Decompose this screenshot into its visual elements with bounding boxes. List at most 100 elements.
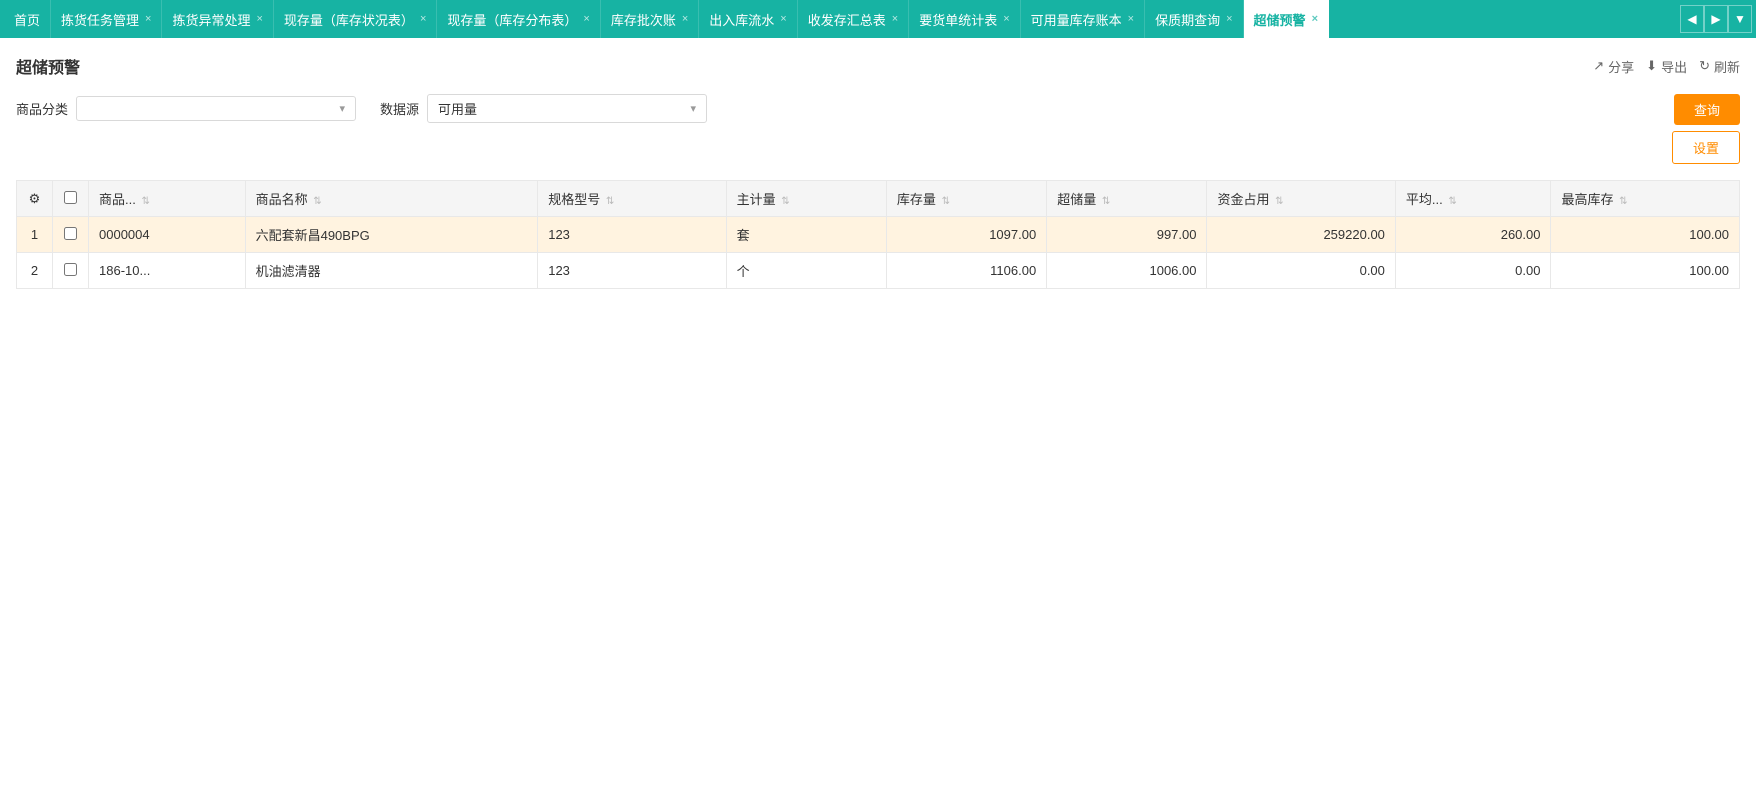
sort-icon: ⇅ [1275, 196, 1283, 207]
close-icon[interactable]: × [1128, 13, 1134, 25]
row-checkbox-cell[interactable] [53, 217, 89, 253]
row-capital: 259220.00 [1207, 217, 1395, 253]
sort-icon: ⇅ [781, 196, 789, 207]
th-code[interactable]: 商品... ⇅ [89, 181, 246, 217]
th-spec[interactable]: 规格型号 ⇅ [538, 181, 726, 217]
th-maxstock[interactable]: 最高库存 ⇅ [1551, 181, 1740, 217]
datasource-filter: 数据源 可用量 ▾ [380, 94, 707, 123]
nav-available-account[interactable]: 可用量库存账本 × [1021, 0, 1145, 38]
row-overstock: 1006.00 [1047, 253, 1207, 289]
nav-home[interactable]: 首页 [4, 0, 51, 38]
close-icon[interactable]: × [583, 13, 589, 25]
nav-overstock-warning[interactable]: 超储预警 × [1244, 0, 1329, 38]
table-row: 2 186-10... 机油滤清器 123 个 1106.00 1006.00 … [17, 253, 1740, 289]
sort-icon: ⇅ [1448, 196, 1456, 207]
refresh-icon: ↻ [1699, 58, 1710, 74]
nav-order-stats[interactable]: 要货单统计表 × [909, 0, 1020, 38]
sort-icon: ⇅ [606, 196, 614, 207]
nav-left-arrow[interactable]: ◀ [1680, 5, 1704, 33]
row-name: 机油滤清器 [245, 253, 538, 289]
chevron-down-icon: ▾ [691, 102, 697, 115]
page-title: 超储预警 [16, 54, 80, 78]
row-avg: 260.00 [1395, 217, 1551, 253]
nav-summary[interactable]: 收发存汇总表 × [798, 0, 909, 38]
query-button[interactable]: 查询 [1674, 94, 1740, 125]
row-stock: 1106.00 [886, 253, 1046, 289]
nav-inventory-dist[interactable]: 现存量（库存分布表） × [437, 0, 600, 38]
row-checkbox[interactable] [64, 263, 77, 276]
row-name: 六配套新昌490BPG [245, 217, 538, 253]
sort-icon: ⇅ [1619, 196, 1627, 207]
close-icon[interactable]: × [256, 13, 262, 25]
sort-icon: ⇅ [141, 196, 149, 207]
datasource-label: 数据源 [380, 99, 419, 118]
top-navigation: 首页 拣货任务管理 × 拣货异常处理 × 现存量（库存状况表） × 现存量（库存… [0, 0, 1756, 38]
category-value [87, 101, 91, 116]
th-settings[interactable]: ⚙ [17, 181, 53, 217]
nav-exception[interactable]: 拣货异常处理 × [162, 0, 273, 38]
nav-quality-period[interactable]: 保质期查询 × [1145, 0, 1243, 38]
row-num: 1 [17, 217, 53, 253]
close-icon[interactable]: × [1003, 13, 1009, 25]
select-all-checkbox[interactable] [64, 191, 77, 204]
page-container: 超储预警 ↗ 分享 ⬇ 导出 ↻ 刷新 商品分类 ▾ [0, 38, 1756, 800]
category-filter: 商品分类 ▾ [16, 96, 356, 121]
category-select[interactable]: ▾ [76, 96, 356, 121]
th-capital[interactable]: 资金占用 ⇅ [1207, 181, 1395, 217]
th-avg[interactable]: 平均... ⇅ [1395, 181, 1551, 217]
row-avg: 0.00 [1395, 253, 1551, 289]
row-spec: 123 [538, 253, 726, 289]
row-code: 0000004 [89, 217, 246, 253]
sort-icon: ⇅ [313, 196, 321, 207]
row-capital: 0.00 [1207, 253, 1395, 289]
th-overstock[interactable]: 超储量 ⇅ [1047, 181, 1207, 217]
close-icon[interactable]: × [682, 13, 688, 25]
row-checkbox[interactable] [64, 227, 77, 240]
row-maxstock: 100.00 [1551, 253, 1740, 289]
nav-inventory-status[interactable]: 现存量（库存状况表） × [274, 0, 437, 38]
row-checkbox-cell[interactable] [53, 253, 89, 289]
nav-task-mgmt[interactable]: 拣货任务管理 × [51, 0, 162, 38]
row-overstock: 997.00 [1047, 217, 1207, 253]
export-button[interactable]: ⬇ 导出 [1646, 57, 1687, 76]
datasource-select[interactable]: 可用量 ▾ [427, 94, 707, 123]
sort-icon: ⇅ [942, 196, 950, 207]
row-unit: 套 [726, 217, 886, 253]
row-maxstock: 100.00 [1551, 217, 1740, 253]
close-icon[interactable]: × [1226, 13, 1232, 25]
row-num: 2 [17, 253, 53, 289]
close-icon[interactable]: × [145, 13, 151, 25]
close-icon[interactable]: × [892, 13, 898, 25]
category-label: 商品分类 [16, 99, 68, 118]
page-header: 超储预警 ↗ 分享 ⬇ 导出 ↻ 刷新 [16, 54, 1740, 78]
th-checkbox[interactable] [53, 181, 89, 217]
th-stock[interactable]: 库存量 ⇅ [886, 181, 1046, 217]
nav-batch-account[interactable]: 库存批次账 × [601, 0, 699, 38]
nav-menu-arrow[interactable]: ▼ [1728, 5, 1752, 33]
filter-actions: 查询 设置 [1672, 94, 1740, 164]
nav-right-arrow[interactable]: ▶ [1704, 5, 1728, 33]
header-actions: ↗ 分享 ⬇ 导出 ↻ 刷新 [1593, 57, 1740, 76]
settings-button[interactable]: 设置 [1672, 131, 1740, 164]
close-icon[interactable]: × [1312, 13, 1318, 25]
close-icon[interactable]: × [780, 13, 786, 25]
gear-icon: ⚙ [29, 191, 41, 206]
th-name[interactable]: 商品名称 ⇅ [245, 181, 538, 217]
data-table: ⚙ 商品... ⇅ 商品名称 ⇅ 规格型号 ⇅ 主计量 [16, 180, 1740, 289]
row-spec: 123 [538, 217, 726, 253]
nav-arrows: ◀ ▶ ▼ [1680, 5, 1752, 33]
refresh-button[interactable]: ↻ 刷新 [1699, 57, 1740, 76]
row-code: 186-10... [89, 253, 246, 289]
row-stock: 1097.00 [886, 217, 1046, 253]
share-button[interactable]: ↗ 分享 [1593, 57, 1634, 76]
nav-inout-flow[interactable]: 出入库流水 × [699, 0, 797, 38]
sort-icon: ⇅ [1102, 196, 1110, 207]
table-header-row: ⚙ 商品... ⇅ 商品名称 ⇅ 规格型号 ⇅ 主计量 [17, 181, 1740, 217]
table-row: 1 0000004 六配套新昌490BPG 123 套 1097.00 997.… [17, 217, 1740, 253]
export-icon: ⬇ [1646, 58, 1657, 74]
datasource-value: 可用量 [438, 99, 477, 118]
close-icon[interactable]: × [420, 13, 426, 25]
chevron-down-icon: ▾ [339, 102, 345, 115]
row-unit: 个 [726, 253, 886, 289]
th-unit[interactable]: 主计量 ⇅ [726, 181, 886, 217]
